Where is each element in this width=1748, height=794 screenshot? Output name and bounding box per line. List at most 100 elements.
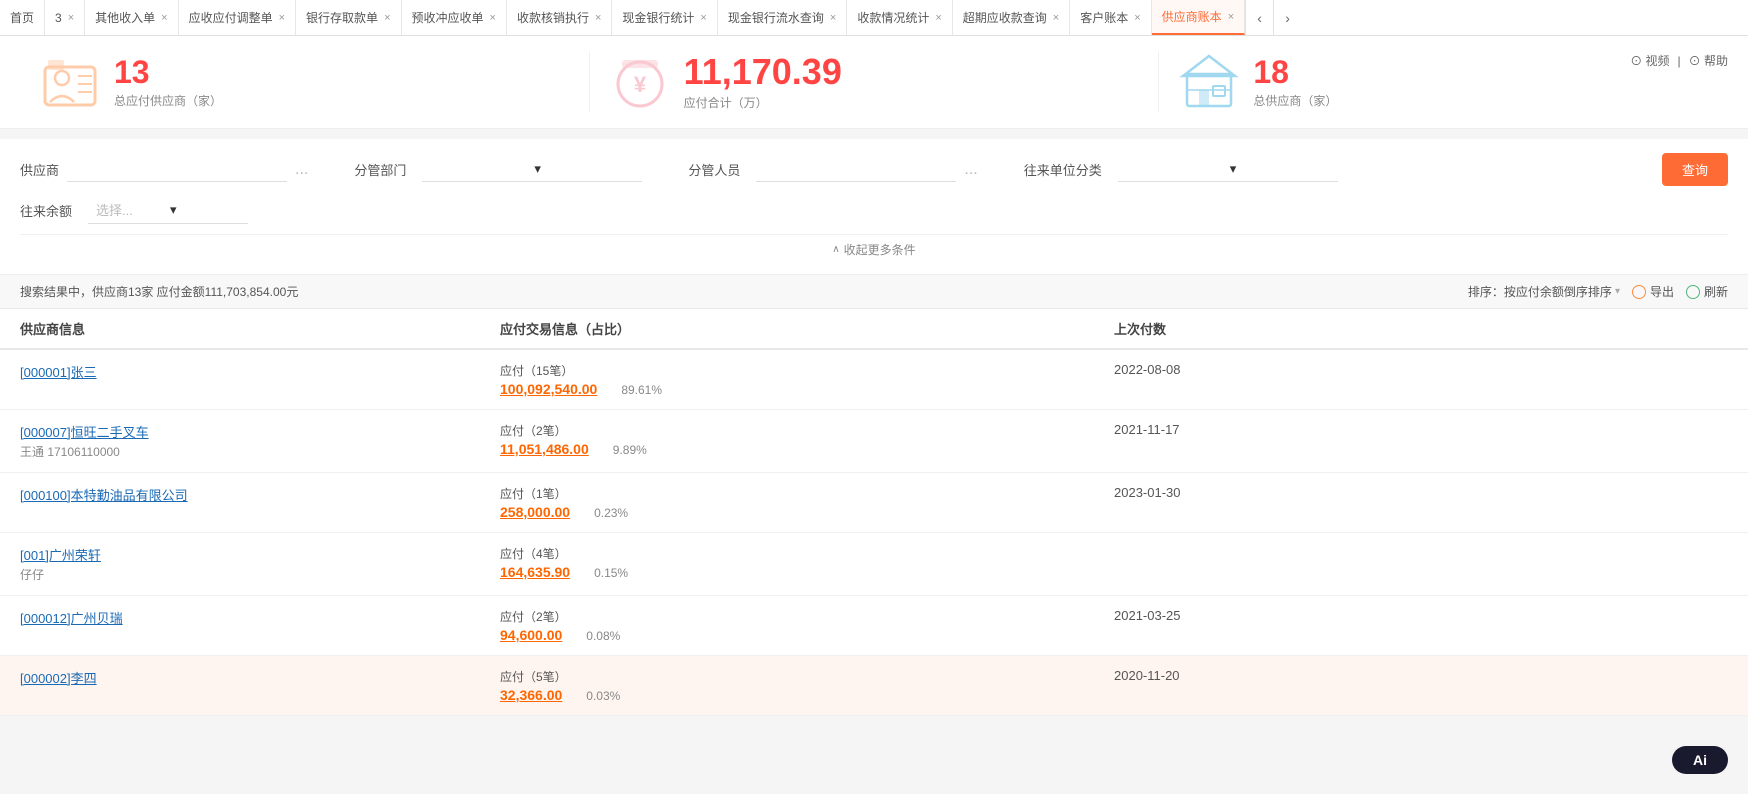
close-icon[interactable]: × (700, 12, 706, 24)
video-link[interactable]: ⊙ 视频 (1630, 52, 1669, 69)
nav-supplier-book[interactable]: 供应商账本 × (1152, 0, 1245, 35)
summary-card-payable-suppliers: 13 总应付供应商（家） (20, 52, 589, 112)
nav-tab3[interactable]: 3 × (45, 0, 85, 35)
filter-supplier: 供应商 ... (20, 158, 308, 182)
nav-receipt-stat[interactable]: 收款情况统计 × (847, 0, 952, 35)
nav-prepayment[interactable]: 预收冲应收单 × (402, 0, 507, 35)
top-right-links: ⊙ 视频 | ⊙ 帮助 (1630, 52, 1728, 69)
supplier-name-link[interactable]: [000012]广州贝瑞 (20, 608, 500, 627)
nav-cash-flow[interactable]: 现金银行流水查询 × (718, 0, 847, 35)
dept-select[interactable]: ▾ (422, 157, 642, 182)
last-payment-cell: 2022-08-08 (1114, 362, 1728, 377)
supplier-dots-btn[interactable]: ... (295, 161, 308, 179)
nav-other-income[interactable]: 其他收入单 × (85, 0, 178, 35)
transaction-pct: 89.61% (621, 383, 662, 397)
collapse-button[interactable]: ∧ 收起更多条件 (20, 234, 1728, 264)
last-payment-date: 2023-01-30 (1114, 485, 1181, 500)
supplier-info-cell: [001]广州荣轩 仔仔 (20, 545, 500, 583)
person-input[interactable] (756, 158, 956, 182)
last-payment-date: 2020-11-20 (1114, 668, 1180, 683)
close-icon[interactable]: × (1053, 12, 1059, 24)
payable-suppliers-label: 总应付供应商（家） (114, 92, 222, 109)
close-icon[interactable]: × (279, 12, 285, 24)
col-transaction-info: 应付交易信息（占比） (500, 319, 1114, 338)
transaction-label: 应付（1笔） (500, 485, 1114, 502)
supplier-name-link[interactable]: [000002]李四 (20, 668, 500, 687)
payable-amount-number: 11,170.39 (684, 54, 842, 90)
nav-cash-bank-stat[interactable]: 现金银行统计 × (612, 0, 717, 35)
transaction-amount[interactable]: 100,092,540.00 (500, 381, 597, 397)
close-icon[interactable]: × (490, 12, 496, 24)
table-row: [000100]本特勤油品有限公司 应付（1笔） 258,000.00 0.23… (0, 473, 1748, 533)
nav-ar-ap-adjust[interactable]: 应收应付调整单 × (179, 0, 296, 35)
close-icon[interactable]: × (161, 12, 167, 24)
nav-bank-deposit[interactable]: 银行存取款单 × (296, 0, 401, 35)
balance-dropdown-arrow: ▾ (170, 202, 240, 218)
last-payment-cell: 2020-11-20 (1114, 668, 1728, 683)
filter-person: 分管人员 ... (688, 158, 977, 182)
total-suppliers-number: 18 (1253, 56, 1337, 88)
transaction-info-cell: 应付（15笔） 100,092,540.00 89.61% (500, 362, 1114, 397)
ai-button[interactable]: Ai (1672, 746, 1728, 774)
transaction-label: 应付（4笔） (500, 545, 1114, 562)
supplier-name-link[interactable]: [000001]张三 (20, 362, 500, 381)
transaction-label: 应付（5笔） (500, 668, 1114, 685)
close-icon[interactable]: × (1134, 12, 1140, 24)
table-header: 供应商信息 应付交易信息（占比） 上次付数 (0, 309, 1748, 350)
nav-overdue-ar[interactable]: 超期应收款查询 × (953, 0, 1070, 35)
supplier-name-link[interactable]: [000100]本特勤油品有限公司 (20, 485, 500, 504)
query-button[interactable]: 查询 (1662, 153, 1728, 186)
help-link[interactable]: ⊙ 帮助 (1689, 52, 1728, 69)
filter-category: 往来单位分类 ▾ (1024, 157, 1338, 182)
svg-text:¥: ¥ (634, 72, 647, 97)
transaction-amount[interactable]: 11,051,486.00 (500, 441, 589, 457)
table-row: [001]广州荣轩 仔仔 应付（4笔） 164,635.90 0.15% (0, 533, 1748, 596)
transaction-amount[interactable]: 258,000.00 (500, 504, 570, 520)
transaction-label: 应付（15笔） (500, 362, 1114, 379)
supplier-contact: 仔仔 (20, 566, 500, 583)
transaction-pct: 0.08% (586, 629, 620, 643)
supplier-name-link[interactable]: [001]广州荣轩 (20, 545, 500, 564)
close-icon[interactable]: × (1228, 11, 1234, 23)
close-icon[interactable]: × (384, 12, 390, 24)
navbar: 首页 3 × 其他收入单 × 应收应付调整单 × 银行存取款单 × 预收冲应收单… (0, 0, 1748, 36)
close-icon[interactable]: × (68, 12, 74, 24)
transaction-amount[interactable]: 164,635.90 (500, 564, 570, 580)
export-button[interactable]: 导出 (1632, 283, 1674, 300)
close-icon[interactable]: × (935, 12, 941, 24)
balance-label: 往来余额 (20, 201, 72, 220)
close-icon[interactable]: × (830, 12, 836, 24)
refresh-button[interactable]: 刷新 (1686, 283, 1728, 300)
filter-row-2: 往来余额 选择... ▾ (20, 196, 1728, 224)
transaction-info-cell: 应付（2笔） 11,051,486.00 9.89% (500, 422, 1114, 457)
col-supplier-info: 供应商信息 (20, 319, 500, 338)
supplier-table: 供应商信息 应付交易信息（占比） 上次付数 [000001]张三 应付（15笔）… (0, 309, 1748, 716)
supplier-name-link[interactable]: [000007]恒旺二手叉车 (20, 422, 500, 441)
filter-row-1: 供应商 ... 分管部门 ▾ 分管人员 ... 往来单位分类 ▾ 查询 (20, 153, 1728, 186)
category-dropdown-arrow: ▾ (1230, 161, 1330, 177)
nav-customer-book[interactable]: 客户账本 × (1070, 0, 1151, 35)
nav-next-arrow[interactable]: › (1273, 0, 1301, 36)
transaction-pct: 9.89% (613, 443, 647, 457)
transaction-pct: 0.23% (594, 506, 628, 520)
sort-button[interactable]: 排序：按应付余额倒序排序 ▾ (1468, 283, 1620, 300)
transaction-amount[interactable]: 32,366.00 (500, 687, 562, 703)
close-icon[interactable]: × (595, 12, 601, 24)
supplier-contact: 王通 17106110000 (20, 443, 500, 460)
transaction-amount[interactable]: 94,600.00 (500, 627, 562, 643)
last-payment-date: 2022-08-08 (1114, 362, 1181, 377)
person-dots-btn[interactable]: ... (964, 161, 977, 179)
table-row: [000007]恒旺二手叉车 王通 17106110000 应付（2笔） 11,… (0, 410, 1748, 473)
supplier-info-cell: [000100]本特勤油品有限公司 (20, 485, 500, 504)
transaction-pct: 0.15% (594, 566, 628, 580)
nav-prev-arrow[interactable]: ‹ (1245, 0, 1273, 36)
results-text: 搜索结果中，供应商13家 应付金额111,703,854.00元 (20, 283, 298, 300)
link-separator: | (1678, 54, 1681, 68)
nav-receipt-verify[interactable]: 收款核销执行 × (507, 0, 612, 35)
transaction-label: 应付（2笔） (500, 422, 1114, 439)
supplier-input[interactable] (67, 158, 287, 182)
supplier-info-cell: [000007]恒旺二手叉车 王通 17106110000 (20, 422, 500, 460)
category-select[interactable]: ▾ (1118, 157, 1338, 182)
balance-select[interactable]: 选择... ▾ (88, 196, 248, 224)
nav-home[interactable]: 首页 (0, 0, 45, 35)
